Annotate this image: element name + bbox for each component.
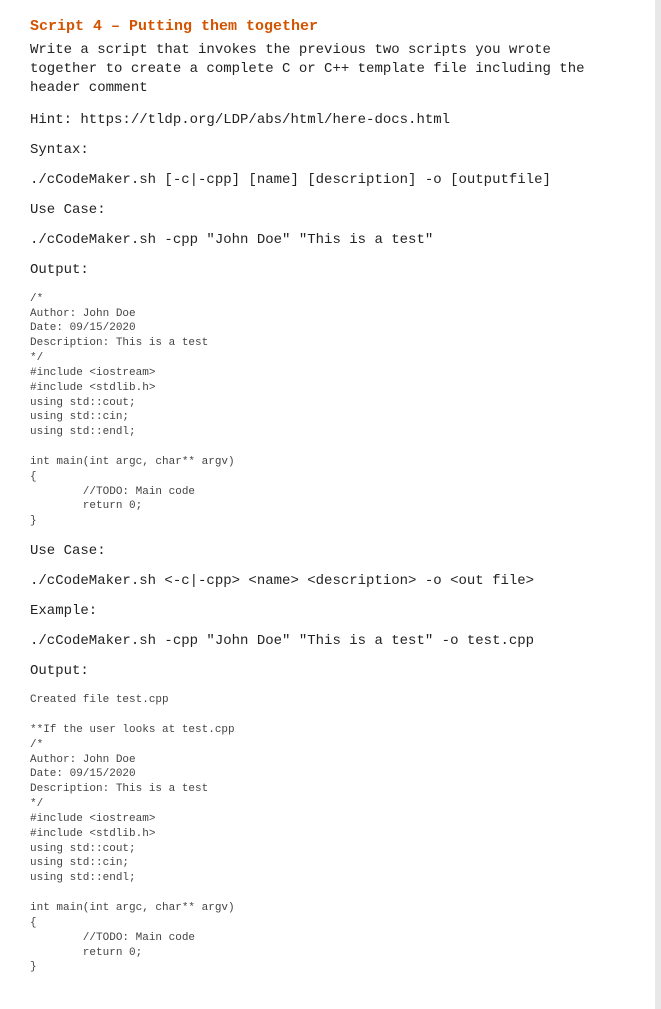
intro-paragraph: Write a script that invokes the previous… [30, 41, 625, 98]
usecase-line-1: ./cCodeMaker.sh -cpp "John Doe" "This is… [30, 232, 625, 248]
usecase-label-2: Use Case: [30, 543, 625, 559]
example-line: ./cCodeMaker.sh -cpp "John Doe" "This is… [30, 633, 625, 649]
script-title: Script 4 – Putting them together [30, 18, 625, 35]
output-block-1: /* Author: John Doe Date: 09/15/2020 Des… [30, 292, 625, 530]
example-label: Example: [30, 603, 625, 619]
document-page: Script 4 – Putting them together Write a… [0, 0, 661, 1009]
usecase-label-1: Use Case: [30, 202, 625, 218]
usecase-line-2: ./cCodeMaker.sh <-c|-cpp> <name> <descri… [30, 573, 625, 589]
syntax-label: Syntax: [30, 142, 625, 158]
output-block-2: Created file test.cpp **If the user look… [30, 693, 625, 975]
hint-line: Hint: https://tldp.org/LDP/abs/html/here… [30, 112, 625, 128]
syntax-line: ./cCodeMaker.sh [-c|-cpp] [name] [descri… [30, 172, 625, 188]
output-label-1: Output: [30, 262, 625, 278]
output-label-2: Output: [30, 663, 625, 679]
